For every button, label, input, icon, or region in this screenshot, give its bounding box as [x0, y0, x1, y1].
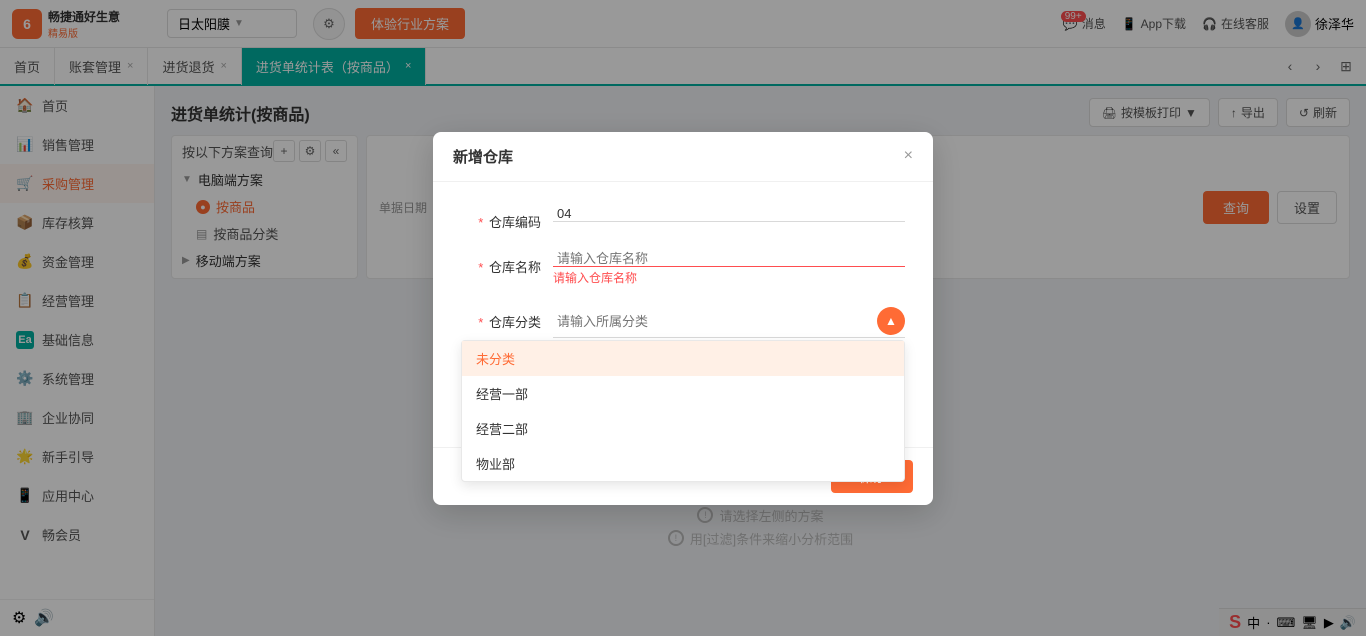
form-row-code: * 仓库编码 [461, 206, 905, 231]
category-dropdown-list: 未分类 经营一部 经营二部 物业部 [461, 340, 905, 482]
modal-overlay: 新增仓库 × * 仓库编码 * 仓库名称 [0, 0, 1366, 636]
modal-body: * 仓库编码 * 仓库名称 请输入仓库名称 [433, 182, 933, 439]
name-label: * 仓库名称 [461, 251, 541, 276]
name-field-wrap: 请输入仓库名称 [553, 251, 905, 286]
category-dropdown-wrap: ▲ 未分类 经营一部 经营二部 物业部 [553, 306, 905, 338]
form-row-name: * 仓库名称 请输入仓库名称 [461, 251, 905, 286]
modal-title: 新增仓库 [453, 146, 513, 167]
category-input-row: ▲ [553, 306, 905, 338]
name-input[interactable] [553, 251, 905, 267]
modal-close-button[interactable]: × [904, 147, 913, 165]
category-input[interactable] [553, 314, 877, 329]
required-star-category: * [478, 315, 483, 330]
form-row-category: * 仓库分类 ▲ 未分类 经营一部 经营二部 物业部 [461, 306, 905, 338]
dropdown-option-1[interactable]: 经营一部 [462, 376, 904, 411]
category-label: * 仓库分类 [461, 306, 541, 331]
dropdown-option-2[interactable]: 经营二部 [462, 411, 904, 446]
dropdown-arrow-button[interactable]: ▲ [877, 307, 905, 335]
code-label: * 仓库编码 [461, 206, 541, 231]
add-warehouse-modal: 新增仓库 × * 仓库编码 * 仓库名称 [433, 132, 933, 505]
code-input[interactable] [553, 206, 905, 222]
dropdown-option-0[interactable]: 未分类 [462, 341, 904, 376]
code-field-wrap [553, 206, 905, 222]
name-error-msg: 请输入仓库名称 [553, 269, 905, 286]
required-star-code: * [478, 215, 483, 230]
required-star-name: * [478, 260, 483, 275]
modal-header: 新增仓库 × [433, 132, 933, 182]
dropdown-option-3[interactable]: 物业部 [462, 446, 904, 481]
